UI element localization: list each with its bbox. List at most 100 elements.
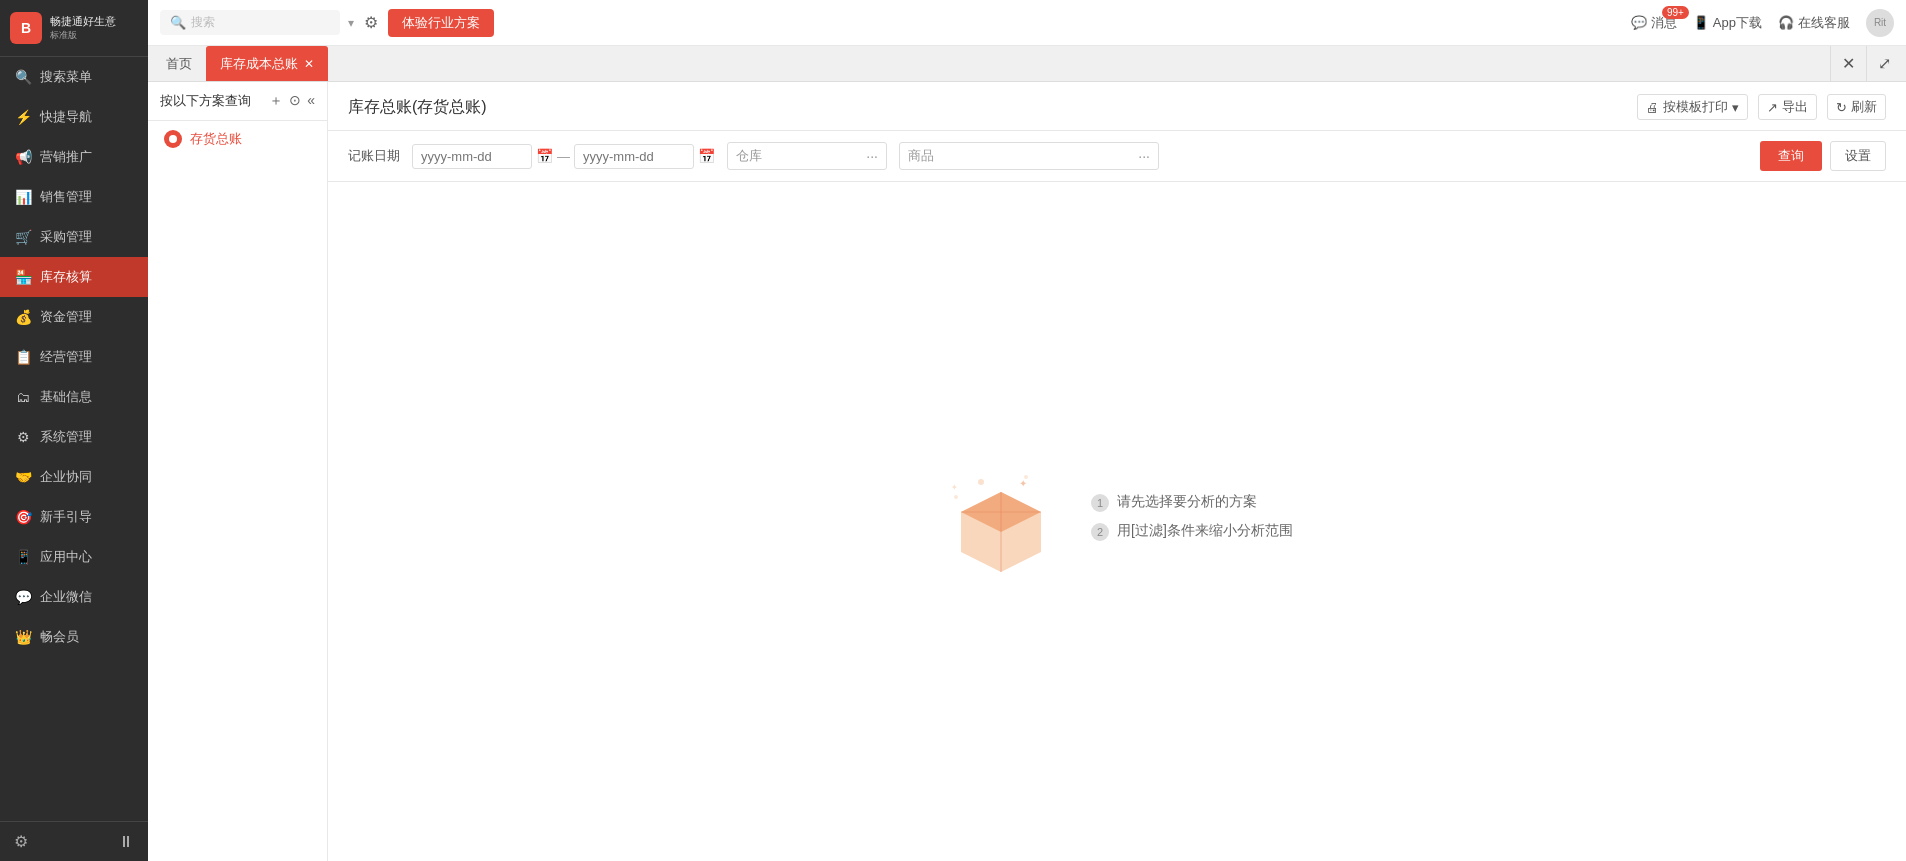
product-select[interactable]: 商品 ··· xyxy=(899,142,1159,170)
sales-icon: 📊 xyxy=(14,188,32,206)
empty-state: ✦ ✦ 1 请先选择要分析的方案 2 用[过滤]条件来缩小分析范围 xyxy=(328,182,1906,861)
print-icon: 🖨 xyxy=(1646,100,1659,115)
tab-right-btns: ✕ ⤢ xyxy=(1830,46,1902,82)
sidebar-item-label: 销售管理 xyxy=(40,188,92,206)
print-dropdown-icon: ▾ xyxy=(1732,100,1739,115)
message-icon: 💬 xyxy=(1631,15,1647,30)
search-icon: 🔍 xyxy=(14,68,32,86)
print-btn[interactable]: 🖨 按模板打印 ▾ xyxy=(1637,94,1748,120)
phone-icon: 📱 xyxy=(1693,15,1709,30)
tab-close-icon[interactable]: ✕ xyxy=(304,57,314,71)
filter-actions: 查询 设置 xyxy=(1760,141,1886,171)
sidebar-item-label: 应用中心 xyxy=(40,548,92,566)
sidebar-item-quick-nav[interactable]: ⚡ 快捷导航 xyxy=(0,97,148,137)
left-panel-header: 按以下方案查询 ＋ ⊙ « xyxy=(148,82,327,121)
export-btn[interactable]: ↗ 导出 xyxy=(1758,94,1817,120)
tab-inventory-cost-label: 库存成本总账 xyxy=(220,55,298,73)
date-input-group: 📅 — 📅 xyxy=(412,144,715,169)
warehouse-select[interactable]: 仓库 ··· xyxy=(727,142,887,170)
export-icon: ↗ xyxy=(1767,100,1778,115)
tab-close-btn[interactable]: ✕ xyxy=(1830,46,1866,82)
sidebar-item-label: 系统管理 xyxy=(40,428,92,446)
topbar-search[interactable]: 🔍 搜索 xyxy=(160,10,340,35)
empty-hint-2-text: 用[过滤]条件来缩小分析范围 xyxy=(1117,522,1293,540)
finance-icon: 💰 xyxy=(14,308,32,326)
query-button[interactable]: 查询 xyxy=(1760,141,1822,171)
user-avatar[interactable]: Rit xyxy=(1866,9,1894,37)
sidebar-item-finance[interactable]: 💰 资金管理 xyxy=(0,297,148,337)
app-download-btn[interactable]: 📱 App下载 xyxy=(1693,14,1762,32)
product-more-icon[interactable]: ··· xyxy=(1138,148,1150,164)
sidebar-item-wechat[interactable]: 💬 企业微信 xyxy=(0,577,148,617)
sidebar-item-label: 经营管理 xyxy=(40,348,92,366)
page-title-row: 库存总账(存货总账) 🖨 按模板打印 ▾ ↗ 导出 ↻ xyxy=(348,94,1886,130)
sidebar-item-marketing[interactable]: 📢 营销推广 xyxy=(0,137,148,177)
online-service-btn[interactable]: 🎧 在线客服 xyxy=(1778,14,1850,32)
sidebar-item-search[interactable]: 🔍 搜索菜单 xyxy=(0,57,148,97)
sidebar-item-label: 采购管理 xyxy=(40,228,92,246)
add-scheme-btn[interactable]: ＋ xyxy=(269,92,283,110)
left-panel-item-inventory-ledger[interactable]: 存货总账 xyxy=(148,121,327,157)
filter-date-label: 记账日期 xyxy=(348,147,400,165)
marketing-icon: 📢 xyxy=(14,148,32,166)
sidebar-item-operations[interactable]: 📋 经营管理 xyxy=(0,337,148,377)
sidebar-item-purchase[interactable]: 🛒 采购管理 xyxy=(0,217,148,257)
search-icon: 🔍 xyxy=(170,15,186,30)
sidebar-item-app-center[interactable]: 📱 应用中心 xyxy=(0,537,148,577)
page-header-actions: 🖨 按模板打印 ▾ ↗ 导出 ↻ 刷新 xyxy=(1637,94,1886,120)
ledger-item-icon xyxy=(164,130,182,148)
date-start-input[interactable] xyxy=(412,144,532,169)
page-header: 库存总账(存货总账) 🖨 按模板打印 ▾ ↗ 导出 ↻ xyxy=(328,82,1906,131)
sidebar-item-label: 库存核算 xyxy=(40,268,92,286)
industry-btn[interactable]: 体验行业方案 xyxy=(388,9,494,37)
product-placeholder: 商品 xyxy=(908,147,934,165)
cooperation-icon: 🤝 xyxy=(14,468,32,486)
tab-expand-btn[interactable]: ⤢ xyxy=(1866,46,1902,82)
empty-hint-list: 1 请先选择要分析的方案 2 用[过滤]条件来缩小分析范围 xyxy=(1091,493,1293,551)
date-end-input[interactable] xyxy=(574,144,694,169)
basic-info-icon: 🗂 xyxy=(14,388,32,406)
membership-icon: 👑 xyxy=(14,628,32,646)
svg-text:✦: ✦ xyxy=(1019,478,1027,489)
sidebar-item-sales[interactable]: 📊 销售管理 xyxy=(0,177,148,217)
tab-home[interactable]: 首页 xyxy=(152,46,206,81)
sidebar-item-membership[interactable]: 👑 畅会员 xyxy=(0,617,148,657)
logo-icon: B xyxy=(10,12,42,44)
collapse-icon[interactable]: ⏸ xyxy=(118,833,134,851)
date-separator: — xyxy=(557,149,570,164)
sidebar-item-label: 营销推广 xyxy=(40,148,92,166)
topbar-gear-icon[interactable]: ⚙ xyxy=(364,13,378,32)
sidebar-item-label: 搜索菜单 xyxy=(40,68,92,86)
settings-bottom-icon[interactable]: ⚙ xyxy=(14,832,28,851)
sidebar-scroll: 🔍 搜索菜单 ⚡ 快捷导航 📢 营销推广 📊 销售管理 🛒 采购管理 🏪 库存核… xyxy=(0,57,148,821)
sidebar-item-inventory[interactable]: 🏪 库存核算 xyxy=(0,257,148,297)
headset-icon: 🎧 xyxy=(1778,15,1794,30)
purchase-icon: 🛒 xyxy=(14,228,32,246)
sidebar-logo: B 畅捷通好生意 标准版 xyxy=(0,0,148,57)
empty-hint-1-text: 请先选择要分析的方案 xyxy=(1117,493,1257,511)
tab-inventory-cost[interactable]: 库存成本总账 ✕ xyxy=(206,46,328,81)
tabs-bar: 首页 库存成本总账 ✕ ✕ ⤢ xyxy=(148,46,1906,82)
edit-scheme-btn[interactable]: ⊙ xyxy=(289,92,301,110)
sidebar-item-basic-info[interactable]: 🗂 基础信息 xyxy=(0,377,148,417)
refresh-btn[interactable]: ↻ 刷新 xyxy=(1827,94,1886,120)
nav-dropdown-icon[interactable]: ▾ xyxy=(348,16,354,30)
warehouse-more-icon[interactable]: ··· xyxy=(866,148,878,164)
empty-illustration: ✦ ✦ xyxy=(941,462,1061,582)
collapse-panel-btn[interactable]: « xyxy=(307,92,315,110)
operations-icon: 📋 xyxy=(14,348,32,366)
settings-button[interactable]: 设置 xyxy=(1830,141,1886,171)
sidebar-item-system[interactable]: ⚙ 系统管理 xyxy=(0,417,148,457)
filter-row: 记账日期 📅 — 📅 仓库 ··· 商品 ··· 查询 xyxy=(328,131,1906,182)
warehouse-placeholder: 仓库 xyxy=(736,147,762,165)
sidebar-item-cooperation[interactable]: 🤝 企业协同 xyxy=(0,457,148,497)
messages-btn[interactable]: 💬 消息 99+ xyxy=(1631,14,1677,32)
sidebar-item-newbie[interactable]: 🎯 新手引导 xyxy=(0,497,148,537)
newbie-icon: 🎯 xyxy=(14,508,32,526)
calendar-start-icon[interactable]: 📅 xyxy=(536,148,553,164)
calendar-end-icon[interactable]: 📅 xyxy=(698,148,715,164)
sidebar-item-label: 企业协同 xyxy=(40,468,92,486)
svg-point-0 xyxy=(169,135,177,143)
sidebar-item-label: 企业微信 xyxy=(40,588,92,606)
empty-hint-1: 1 请先选择要分析的方案 xyxy=(1091,493,1293,512)
